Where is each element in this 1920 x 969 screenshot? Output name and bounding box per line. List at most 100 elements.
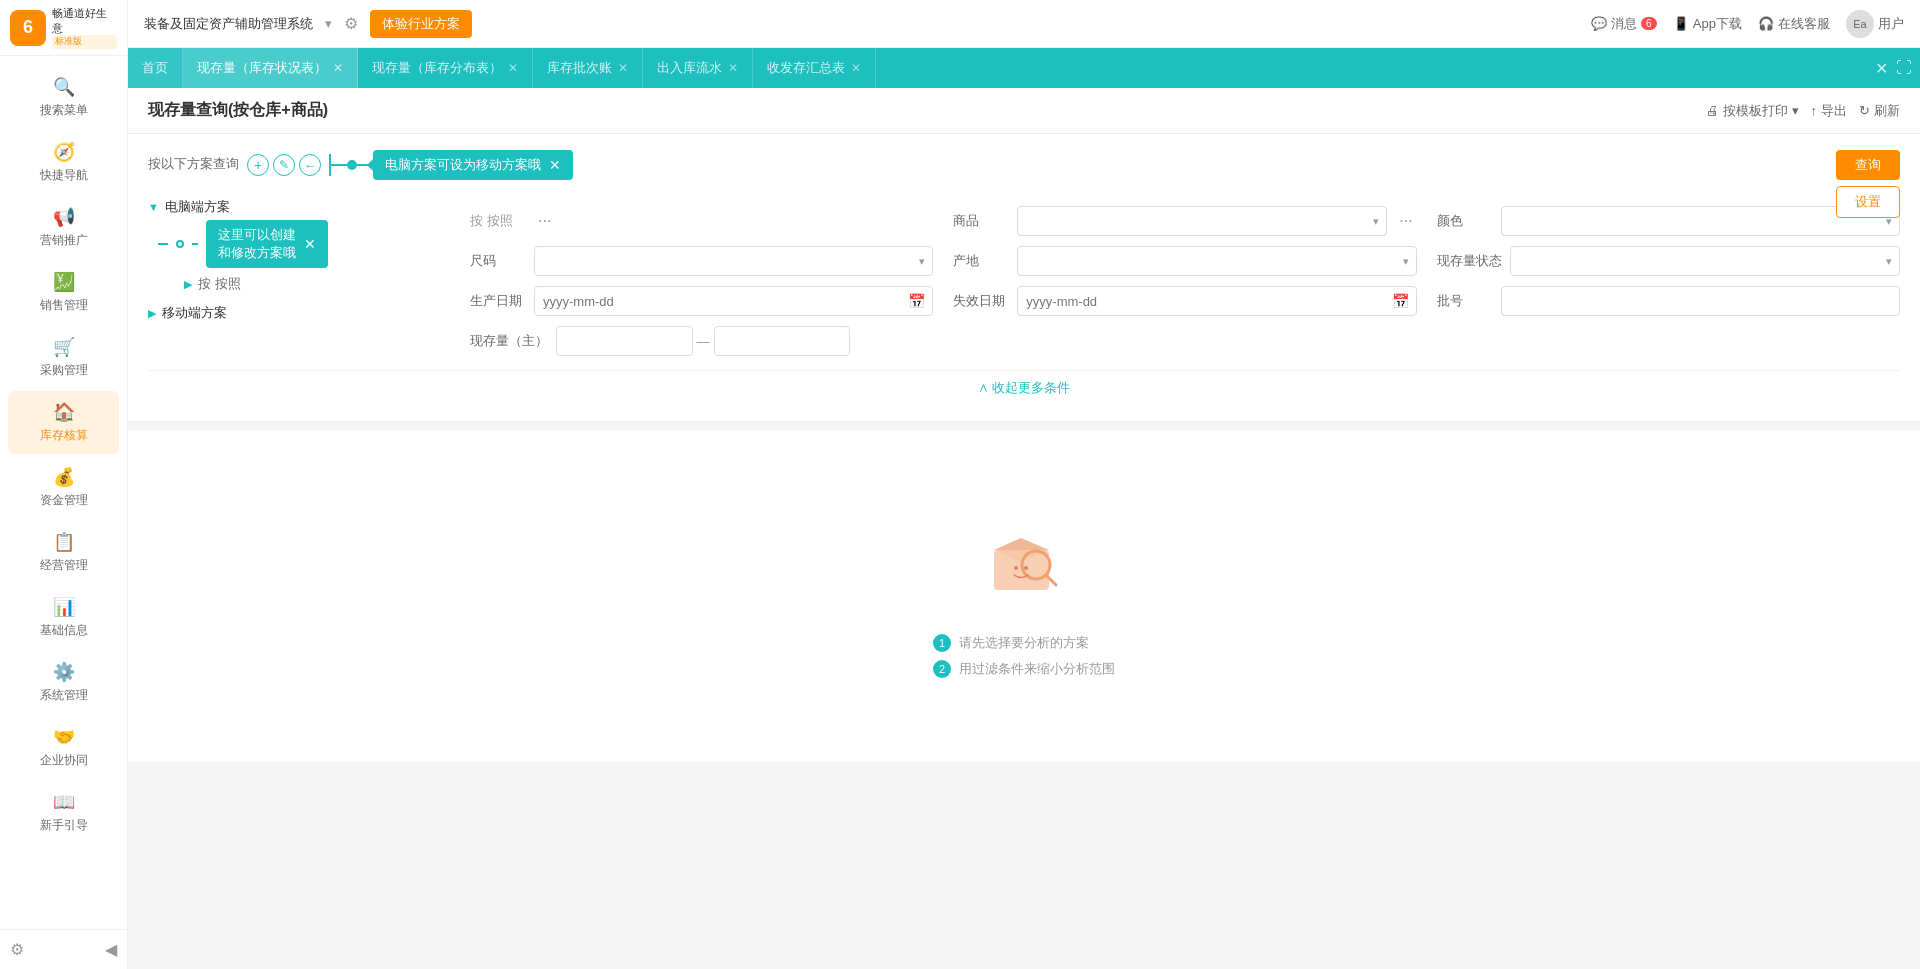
trial-btn[interactable]: 体验行业方案 <box>370 10 472 38</box>
stock-amount-label: 现存量（主） <box>470 332 548 350</box>
sidebar-item-operations[interactable]: 📋 经营管理 <box>8 521 119 584</box>
online-support-action[interactable]: 🎧 在线客服 <box>1758 15 1830 33</box>
svg-point-3 <box>1014 566 1018 570</box>
empty-illustration <box>974 510 1074 610</box>
size-select[interactable] <box>534 246 933 276</box>
collapse-sidebar-btn[interactable]: ◀ <box>105 940 117 959</box>
tooltip-scheme-1: 电脑方案可设为移动方案哦 ✕ <box>373 150 573 180</box>
collapse-up-icon: ∧ <box>978 380 993 395</box>
tab-stock-flow[interactable]: 出入库流水 ✕ <box>643 48 753 88</box>
sidebar-item-system[interactable]: ⚙️ 系统管理 <box>8 651 119 714</box>
tab-stock-dist[interactable]: 现存量（库存分布表） ✕ <box>358 48 533 88</box>
edit-scheme-btn[interactable]: ✎ <box>273 154 295 176</box>
main-area: 装备及固定资产辅助管理系统 ▾ ⚙ 体验行业方案 💬 消息 6 📱 App下载 … <box>128 0 1920 969</box>
tab-stock-status-close[interactable]: ✕ <box>333 61 343 75</box>
tab-stock-batch[interactable]: 库存批次账 ✕ <box>533 48 643 88</box>
sidebar-item-enterprise[interactable]: 🤝 企业协同 <box>8 716 119 779</box>
sidebar-item-finance[interactable]: 💰 资金管理 <box>8 456 119 519</box>
tab-stock-batch-close[interactable]: ✕ <box>618 61 628 75</box>
page-actions: 🖨 按模板打印 ▾ ↑ 导出 ↻ 刷新 <box>1706 102 1901 120</box>
filter-field-warehouse: 按 按照 ··· <box>470 206 933 236</box>
header-gear-btn[interactable]: ⚙ <box>344 14 358 33</box>
goods-input[interactable] <box>1017 206 1387 236</box>
header-actions: 💬 消息 6 📱 App下载 🎧 在线客服 Ea 用户 <box>1591 10 1904 38</box>
origin-select[interactable] <box>1017 246 1416 276</box>
sidebar-item-purchase[interactable]: 🛒 采购管理 <box>8 326 119 389</box>
scheme-sub-item-1[interactable]: ▶ 按 按照 <box>184 272 328 296</box>
sidebar-item-basic-info[interactable]: 📊 基础信息 <box>8 586 119 649</box>
filter-controls: + ✎ ← 电脑方案可设为移动方案哦 ✕ <box>247 150 573 180</box>
add-scheme-btn[interactable]: + <box>247 154 269 176</box>
tab-home[interactable]: 首页 <box>128 48 183 88</box>
logo-icon: 6 <box>10 10 46 46</box>
filter-label: 按以下方案查询 <box>148 150 239 178</box>
size-field-label: 尺码 <box>470 252 526 270</box>
tab-stock-dist-close[interactable]: ✕ <box>508 61 518 75</box>
stock-status-select[interactable] <box>1510 246 1900 276</box>
tooltip-connector-1 <box>329 154 369 176</box>
empty-tip-2: 2 用过滤条件来缩小分析范围 <box>933 656 1115 682</box>
back-scheme-btn[interactable]: ← <box>299 154 321 176</box>
inventory-icon: 🏠 <box>53 401 75 423</box>
scheme-pc-label: 电脑端方案 <box>165 198 230 216</box>
scheme-pc-item[interactable]: ▼ 电脑端方案 <box>148 194 328 220</box>
origin-select-wrap <box>1017 246 1416 276</box>
scheme-mobile-item[interactable]: ▶ 移动端方案 <box>148 300 328 326</box>
sidebar-item-marketing[interactable]: 📢 营销推广 <box>8 196 119 259</box>
tab-stock-collect-close[interactable]: ✕ <box>851 61 861 75</box>
filter-row-2: 尺码 产地 现存量状态 <box>470 246 1900 276</box>
sidebar-item-inventory-label: 库存核算 <box>40 427 88 444</box>
sidebar-item-quick-nav[interactable]: 🧭 快捷导航 <box>8 131 119 194</box>
tab-close-all-btn[interactable]: ✕ <box>1875 59 1888 78</box>
tooltip-2-close-btn[interactable]: ✕ <box>304 236 316 252</box>
purchase-icon: 🛒 <box>53 336 75 358</box>
tab-expand-btn[interactable]: ⛶ <box>1896 59 1912 77</box>
expire-date-cal-icon[interactable]: 📅 <box>1392 293 1409 309</box>
stock-amount-max-input[interactable] <box>714 326 851 356</box>
filter-field-batch: 批号 <box>1437 286 1900 316</box>
system-dropdown-btn[interactable]: ▾ <box>325 16 332 31</box>
template-print-btn[interactable]: 🖨 按模板打印 ▾ <box>1706 102 1799 120</box>
warehouse-dots[interactable]: ··· <box>534 212 555 230</box>
expire-date-input[interactable] <box>1017 286 1416 316</box>
sidebar-item-sales[interactable]: 💹 销售管理 <box>8 261 119 324</box>
operations-icon: 📋 <box>53 531 75 553</box>
query-btn[interactable]: 查询 <box>1836 150 1900 180</box>
collapse-more-btn[interactable]: ∧ 收起更多条件 <box>148 370 1900 405</box>
scheme-sub-items: ▶ 按 按照 <box>164 272 328 296</box>
tab-stock-collect[interactable]: 收发存汇总表 ✕ <box>753 48 876 88</box>
batch-input[interactable] <box>1501 286 1900 316</box>
stock-amount-min-input[interactable] <box>556 326 693 356</box>
warehouse-field-label: 按 按照 <box>470 212 526 230</box>
tab-stock-collect-label: 收发存汇总表 <box>767 59 845 77</box>
sidebar-item-guide[interactable]: 📖 新手引导 <box>8 781 119 844</box>
refresh-btn[interactable]: ↻ 刷新 <box>1859 102 1900 120</box>
system-name: 装备及固定资产辅助管理系统 <box>144 15 313 33</box>
sidebar-item-search[interactable]: 🔍 搜索菜单 <box>8 66 119 129</box>
sidebar-nav: 🔍 搜索菜单 🧭 快捷导航 📢 营销推广 💹 销售管理 🛒 采购管理 🏠 库存核… <box>0 56 127 929</box>
tab-stock-flow-close[interactable]: ✕ <box>728 61 738 75</box>
goods-select-wrap <box>1017 206 1387 236</box>
system-icon: ⚙️ <box>53 661 75 683</box>
sidebar-item-quick-nav-label: 快捷导航 <box>40 167 88 184</box>
filter-field-goods: 商品 ··· <box>953 206 1416 236</box>
settings-footer-btn[interactable]: ⚙ <box>10 940 24 959</box>
tab-stock-status[interactable]: 现存量（库存状况表） ✕ <box>183 48 358 88</box>
export-btn[interactable]: ↑ 导出 <box>1811 102 1848 120</box>
message-action[interactable]: 💬 消息 6 <box>1591 15 1657 33</box>
set-btn[interactable]: 设置 <box>1836 186 1900 218</box>
app-download-action[interactable]: 📱 App下载 <box>1673 15 1742 33</box>
tooltip-1-close-btn[interactable]: ✕ <box>549 157 561 173</box>
tooltip-scheme-2: 这里可以创建和修改方案哦 ✕ <box>206 220 328 268</box>
user-action[interactable]: Ea 用户 <box>1846 10 1904 38</box>
produce-date-cal-icon[interactable]: 📅 <box>908 293 925 309</box>
filter-row-3: 生产日期 📅 失效日期 📅 <box>470 286 1900 316</box>
goods-dots[interactable]: ··· <box>1395 212 1416 230</box>
tip-num-1: 1 <box>933 634 951 652</box>
produce-date-input[interactable] <box>534 286 933 316</box>
stock-status-select-wrap <box>1510 246 1900 276</box>
filter-field-origin: 产地 <box>953 246 1416 276</box>
batch-label: 批号 <box>1437 292 1493 310</box>
sidebar-item-inventory[interactable]: 🏠 库存核算 <box>8 391 119 454</box>
tab-bar: 首页 现存量（库存状况表） ✕ 现存量（库存分布表） ✕ 库存批次账 ✕ 出入库… <box>128 48 1920 88</box>
